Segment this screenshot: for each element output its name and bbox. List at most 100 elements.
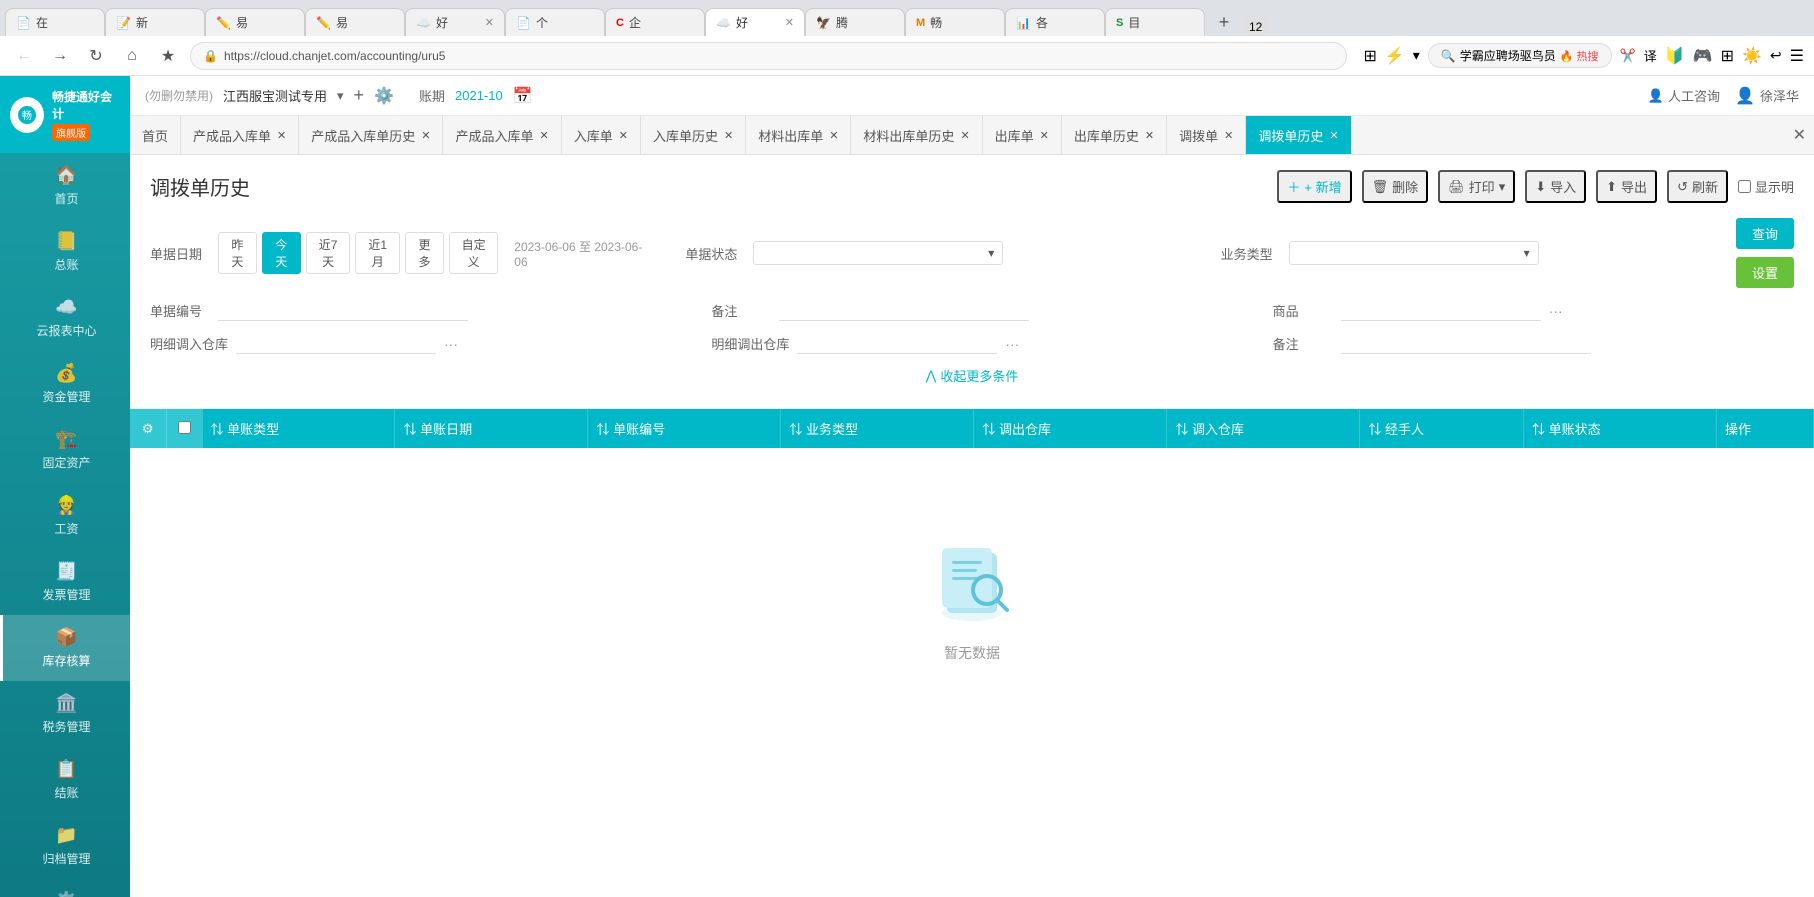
sidebar-item-inventory[interactable]: 📦 库存核算 xyxy=(0,615,130,681)
th-business-type[interactable]: ⇅ 业务类型 xyxy=(781,409,974,448)
address-bar[interactable]: 🔒 https://cloud.chanjet.com/accounting/u… xyxy=(190,42,1347,70)
browser-tab-8[interactable]: ☁️ 好 ✕ xyxy=(705,8,805,36)
page-tab-out[interactable]: 出库单 ✕ xyxy=(983,116,1062,154)
collapse-button[interactable]: ⋀ 收起更多条件 xyxy=(926,366,1019,385)
page-tab-transfer[interactable]: 调拨单 ✕ xyxy=(1167,116,1246,154)
sidebar-item-settle[interactable]: 📋 结账 xyxy=(0,747,130,813)
filter-status-select[interactable]: ▾ xyxy=(753,241,1003,265)
search-bar[interactable]: 🔍 学霸应聘场驱鸟员 🔥 热搜 xyxy=(1428,43,1612,68)
th-doc-date[interactable]: ⇅ 单账日期 xyxy=(395,409,588,448)
page-tab-mat-out[interactable]: 材料出库单 ✕ xyxy=(746,116,851,154)
sidebar-item-capital[interactable]: 💰 资金管理 xyxy=(0,351,130,417)
page-tab-out-hist-close[interactable]: ✕ xyxy=(1145,129,1154,142)
add-company-button[interactable]: + xyxy=(354,85,365,106)
page-tab-in[interactable]: 入库单 ✕ xyxy=(562,116,641,154)
extensions-icon[interactable]: ⊞ xyxy=(1363,46,1376,66)
browser-tab-11[interactable]: 📊 各 xyxy=(1005,8,1105,36)
page-tab-in-hist-close[interactable]: ✕ xyxy=(724,129,733,142)
th-transfer-out[interactable]: ⇅ 调出仓库 xyxy=(974,409,1167,448)
sidebar-item-base-settings[interactable]: ⚙️ 基础设置 xyxy=(0,879,130,897)
tab8-close-icon[interactable]: ✕ xyxy=(785,16,794,29)
period-value[interactable]: 2021-10 xyxy=(455,88,503,103)
sidebar-item-tax[interactable]: 🏛️ 税务管理 xyxy=(0,681,130,747)
sidebar-item-home[interactable]: 🏠 首页 xyxy=(0,153,130,219)
filter-goods-input[interactable] xyxy=(1341,300,1541,321)
delete-button[interactable]: 🗑 删除 xyxy=(1362,170,1429,203)
filter-note-input[interactable] xyxy=(779,300,1029,321)
date-btn-7days[interactable]: 近7天 xyxy=(306,232,351,274)
th-operator[interactable]: ⇅ 经手人 xyxy=(1360,409,1524,448)
page-tab-mat-out-close[interactable]: ✕ xyxy=(829,129,838,142)
extension2-icon[interactable]: 🎮 xyxy=(1693,46,1713,66)
date-btn-yesterday[interactable]: 昨天 xyxy=(218,232,257,274)
query-button[interactable]: 查询 xyxy=(1736,218,1794,249)
display-checkbox[interactable] xyxy=(1738,180,1751,193)
date-btn-more[interactable]: 更多 xyxy=(405,232,444,274)
sidebar-item-assets[interactable]: 🏗️ 固定资产 xyxy=(0,417,130,483)
service-button[interactable]: 👤 人工咨询 xyxy=(1648,86,1720,105)
company-dropdown-icon[interactable]: ▾ xyxy=(337,88,344,104)
th-doc-status[interactable]: ⇅ 单账状态 xyxy=(1524,409,1717,448)
print-dropdown-icon[interactable]: ▾ xyxy=(1499,179,1506,195)
settings-button[interactable]: 设置 xyxy=(1736,257,1794,288)
filter-detail-in-input[interactable] xyxy=(236,333,436,354)
page-tab-out-hist[interactable]: 出库单历史 ✕ xyxy=(1062,116,1167,154)
th-settings[interactable]: ⚙ xyxy=(130,409,166,448)
browser-tab-4[interactable]: ✏️ 易 xyxy=(305,8,405,36)
sidebar-item-cloud-report[interactable]: ☁️ 云报表中心 xyxy=(0,285,130,351)
browser-tab-12[interactable]: S 目 xyxy=(1105,8,1205,36)
page-tab-transfer-hist-close[interactable]: ✕ xyxy=(1329,129,1338,142)
page-tab-prod-in2[interactable]: 产成品入库单 ✕ xyxy=(443,116,561,154)
page-tab-prod-in-hist-close[interactable]: ✕ xyxy=(421,129,430,142)
menu-icon[interactable]: ☰ xyxy=(1790,46,1804,66)
detail-in-picker-icon[interactable]: ··· xyxy=(444,336,458,352)
browser-tab-3[interactable]: ✏️ 易 xyxy=(205,8,305,36)
browser-tab-1[interactable]: 📄 在 xyxy=(5,8,105,36)
browser-tab-5[interactable]: ☁️ 好 ✕ xyxy=(405,8,505,36)
browser-tab-7[interactable]: C 企 xyxy=(605,8,705,36)
sidebar-item-ledger[interactable]: 📒 总账 xyxy=(0,219,130,285)
page-tab-home[interactable]: 首页 xyxy=(130,116,181,154)
new-tab-button[interactable]: + xyxy=(1210,8,1238,36)
home-button[interactable]: ⌂ xyxy=(118,42,146,70)
sidebar-item-archive[interactable]: 📁 归档管理 xyxy=(0,813,130,879)
display-checkbox-label[interactable]: 显示明 xyxy=(1738,177,1794,196)
export-button[interactable]: ⬆ 导出 xyxy=(1596,170,1657,203)
tab5-close-icon[interactable]: ✕ xyxy=(485,16,494,29)
th-doc-number[interactable]: ⇅ 单账编号 xyxy=(588,409,781,448)
th-checkbox[interactable] xyxy=(166,409,202,448)
filter-detail-note-input[interactable] xyxy=(1341,333,1591,354)
filter-docnum-input[interactable] xyxy=(218,300,468,321)
goods-picker-icon[interactable]: ··· xyxy=(1549,303,1563,319)
page-tab-transfer-close[interactable]: ✕ xyxy=(1224,129,1233,142)
new-button[interactable]: ＋ + 新增 xyxy=(1277,170,1351,203)
sidebar-item-wage[interactable]: 👷 工资 xyxy=(0,483,130,549)
page-tab-in-close[interactable]: ✕ xyxy=(619,129,628,142)
detail-out-picker-icon[interactable]: ··· xyxy=(1005,336,1019,352)
date-btn-1month[interactable]: 近1月 xyxy=(355,232,400,274)
page-tab-prod-in-close[interactable]: ✕ xyxy=(277,129,286,142)
browser-tab-6[interactable]: 📄 个 xyxy=(505,8,605,36)
refresh-button[interactable]: ↺ 刷新 xyxy=(1667,170,1728,203)
date-btn-today[interactable]: 今天 xyxy=(262,232,301,274)
browser-tab-2[interactable]: 📝 新 xyxy=(105,8,205,36)
filter-detail-out-input[interactable] xyxy=(797,333,997,354)
dropdown-icon[interactable]: ▾ xyxy=(1413,47,1420,64)
undo-icon[interactable]: ↩ xyxy=(1770,47,1782,64)
page-tab-out-close[interactable]: ✕ xyxy=(1040,129,1049,142)
settings-gear-icon[interactable]: ⚙️ xyxy=(374,86,394,106)
page-tab-mat-out-hist[interactable]: 材料出库单历史 ✕ xyxy=(851,116,982,154)
browser-tab-10[interactable]: M 畅 xyxy=(905,8,1005,36)
sidebar-item-invoice[interactable]: 🧾 发票管理 xyxy=(0,549,130,615)
th-transfer-in[interactable]: ⇅ 调入仓库 xyxy=(1167,409,1360,448)
lightning-icon[interactable]: ⚡ xyxy=(1385,46,1405,66)
page-tab-mat-out-hist-close[interactable]: ✕ xyxy=(960,129,969,142)
grid-icon[interactable]: ⊞ xyxy=(1721,46,1734,66)
th-doc-type[interactable]: ⇅ 单账类型 xyxy=(202,409,395,448)
print-button[interactable]: 🖨 打印 ▾ xyxy=(1438,170,1515,203)
page-tab-prod-in-hist[interactable]: 产成品入库单历史 ✕ xyxy=(299,116,443,154)
browser-tab-9[interactable]: 🦅 腾 xyxy=(805,8,905,36)
refresh-button[interactable]: ↻ xyxy=(82,42,110,70)
brightness-icon[interactable]: ☀️ xyxy=(1742,46,1762,66)
bookmark-button[interactable]: ★ xyxy=(154,42,182,70)
